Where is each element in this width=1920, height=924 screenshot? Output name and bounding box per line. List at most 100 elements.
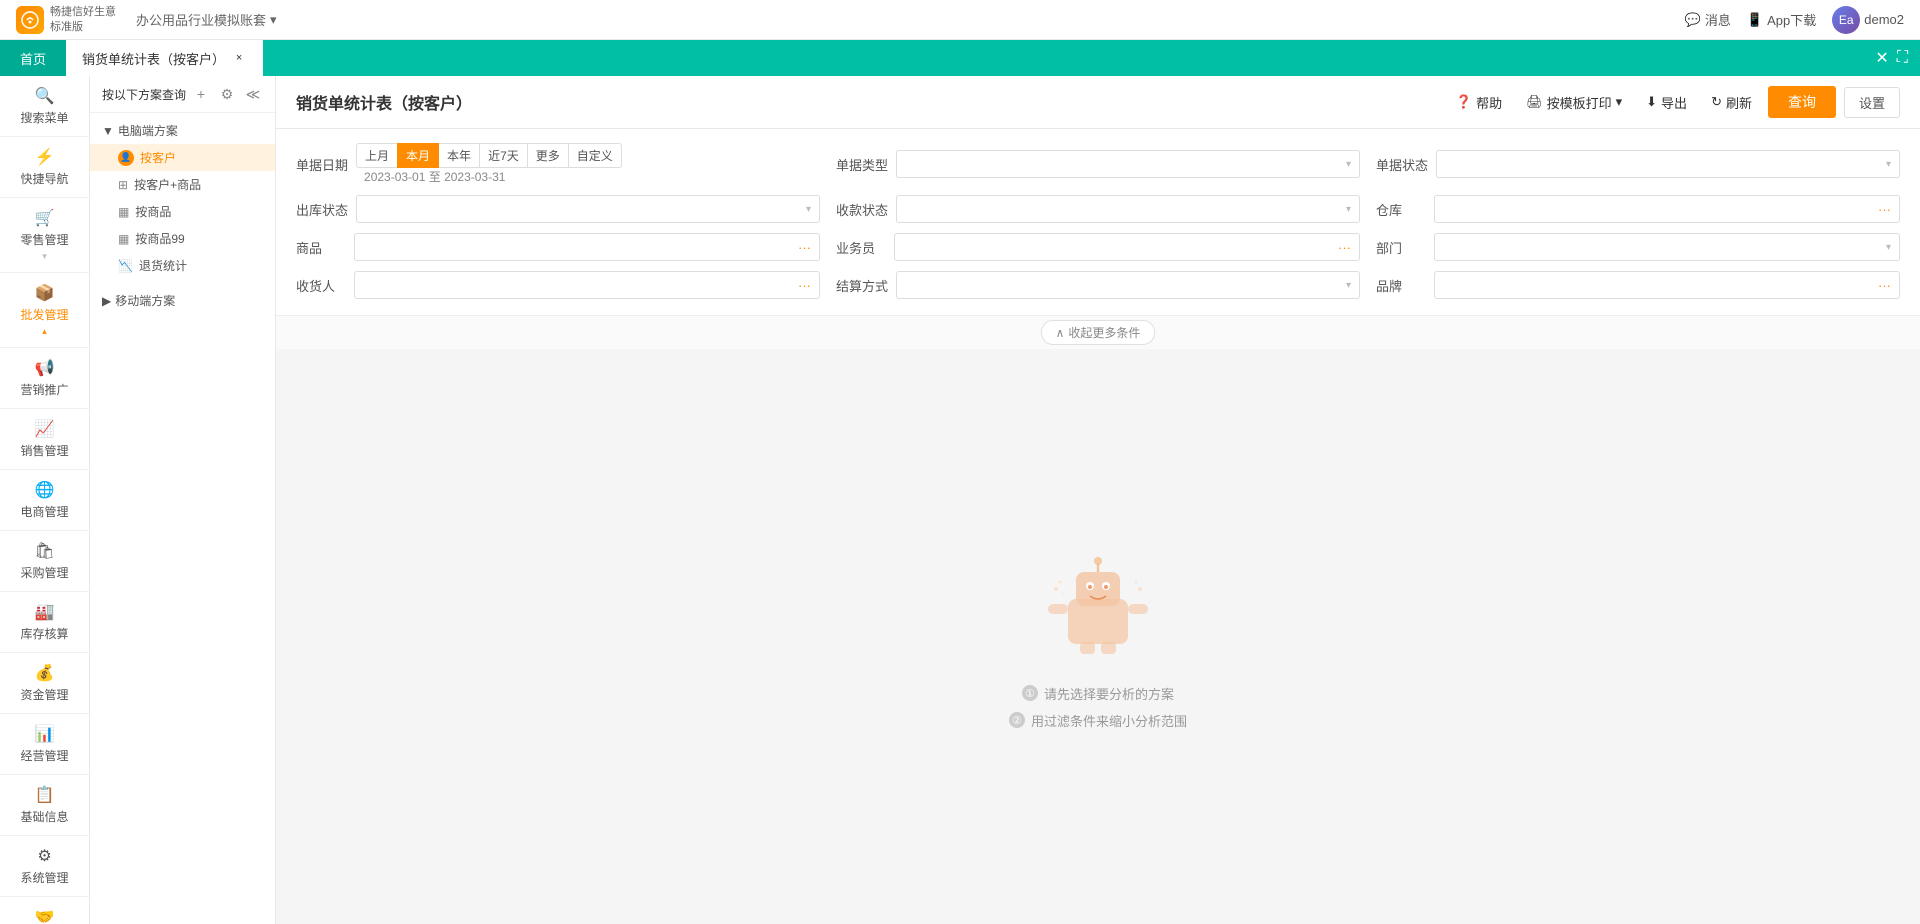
collapse-row: ∧ 收起更多条件 [276,316,1920,349]
tree-section-mobile-header[interactable]: ▶ 移动端方案 [90,287,275,314]
out-status-label: 出库状态 [296,200,348,219]
user-menu[interactable]: Ea demo2 [1832,6,1904,34]
filter-cell-date: 单据日期 上月 本月 本年 近7天 更多 自定义 2023-03-01 至 20… [296,143,820,185]
sidebar-item-marketing[interactable]: 📢 营销推广 [0,348,89,409]
period-7-days[interactable]: 近7天 [479,143,528,168]
chevron-down-icon: ▾ [1346,204,1351,215]
filter-cell-salesperson: 业务员 ··· [836,233,1360,261]
tree-section-desktop-header[interactable]: ▼ 电脑端方案 [90,117,275,144]
period-custom[interactable]: 自定义 [568,143,622,168]
brand-input[interactable]: ··· [1434,271,1900,299]
order-type-input[interactable]: ▾ [896,150,1360,178]
window-close-button[interactable]: ✕ [1875,48,1888,68]
chevron-down-icon: ▼ [102,124,114,138]
refresh-button[interactable]: ↻ 刷新 [1703,89,1760,116]
window-maximize-button[interactable]: ⛶ [1897,49,1908,67]
filter-cell-receipt-status: 收款状态 ▾ [836,195,1360,223]
message-button[interactable]: 💬 消息 [1685,10,1731,29]
filter-cell-payment: 结算方式 ▾ [836,271,1360,299]
retail-icon: 🛒 [35,208,55,228]
basic-icon: 📋 [35,785,55,805]
sidebar-item-basic[interactable]: 📋 基础信息 [0,775,89,836]
finance-icon: 💰 [35,663,55,683]
tree-node-by-customer-goods[interactable]: ⊞ 按客户+商品 [90,171,275,198]
sidebar-item-inventory[interactable]: 🏭 库存核算 [0,592,89,653]
out-status-input[interactable]: ▾ [356,195,820,223]
brand-label: 品牌 [1376,276,1426,295]
logo-text: 畅捷信好生意 标准版 [50,5,116,34]
tab-controls: ✕ ⛶ [1863,40,1920,76]
sidebar: 🔍 搜索菜单 ⚡ 快捷导航 🛒 零售管理 ▾ 📦 批发管理 ▴ 📢 营销推广 📈… [0,76,90,924]
grid-icon: ⊞ [118,178,128,192]
date-area: 上月 本月 本年 近7天 更多 自定义 [356,143,820,168]
sidebar-item-ecommerce[interactable]: 🌐 电商管理 [0,470,89,531]
collapse-button[interactable]: ∧ 收起更多条件 [1041,320,1156,345]
order-status-input[interactable]: ▾ [1436,150,1900,178]
tree-node-by-goods-99[interactable]: ▦ 按商品99 [90,225,275,252]
sidebar-item-search[interactable]: 🔍 搜索菜单 [0,76,89,137]
export-button[interactable]: ⬇ 导出 [1638,89,1695,116]
breadcrumb[interactable]: 办公用品行业模拟账套 ▾ [136,10,277,29]
print-button[interactable]: 🖨 按模板打印 ▾ [1518,89,1630,116]
receipt-status-input[interactable]: ▾ [896,195,1360,223]
sidebar-item-purchase[interactable]: 🛍 采购管理 [0,531,89,592]
recipient-input[interactable]: ··· [354,271,820,299]
payment-input[interactable]: ▾ [896,271,1360,299]
sidebar-item-quick-nav[interactable]: ⚡ 快捷导航 [0,137,89,198]
help-button[interactable]: ❓ 帮助 [1448,89,1510,116]
sidebar-item-enterprise[interactable]: 🤝 企业协同 [0,897,89,924]
period-more[interactable]: 更多 [527,143,569,168]
tab-close-icon[interactable]: × [231,50,247,66]
tree-node-return-stats[interactable]: 📉 退货统计 [90,252,275,279]
tree-node-by-customer[interactable]: 👤 按客户 [90,144,275,171]
sidebar-item-system[interactable]: ⚙ 系统管理 [0,836,89,897]
chevron-down-icon: ▾ [1346,280,1351,291]
filter-cell-recipient: 收货人 ··· [296,271,820,299]
query-button[interactable]: 查询 [1768,86,1836,118]
recipient-label: 收货人 [296,276,346,295]
filter-row-2: 出库状态 ▾ 收款状态 ▾ 仓库 [296,195,1900,223]
period-this-year[interactable]: 本年 [438,143,480,168]
chart-icon: 📉 [118,259,133,273]
period-this-month[interactable]: 本月 [397,143,439,168]
warehouse-input[interactable]: ··· [1434,195,1900,223]
main-layout: 🔍 搜索菜单 ⚡ 快捷导航 🛒 零售管理 ▾ 📦 批发管理 ▴ 📢 营销推广 📈… [0,76,1920,924]
logo-area: 畅捷信好生意 标准版 [16,5,116,34]
tree-node-by-goods[interactable]: ▦ 按商品 [90,198,275,225]
collapse-icon: ∧ [1056,326,1065,340]
sidebar-item-operation[interactable]: 📊 经营管理 [0,714,89,775]
sidebar-item-wholesale[interactable]: 📦 批发管理 ▴ [0,273,89,348]
refresh-icon: ↻ [1711,94,1722,110]
ecommerce-icon: 🌐 [35,480,55,500]
more-icon: ··· [1878,278,1891,293]
left-panel-header: 按以下方案查询 + ⚙ ≪ [90,76,275,113]
header-left: 畅捷信好生意 标准版 办公用品行业模拟账套 ▾ [16,5,277,34]
collapse-panel-button[interactable]: ≪ [243,84,263,104]
more-icon: ··· [1338,240,1351,255]
salesperson-input[interactable]: ··· [894,233,1360,261]
app-download-button[interactable]: 📱 App下载 [1747,10,1816,29]
filter-row-4: 收货人 ··· 结算方式 ▾ 品牌 [296,271,1900,299]
left-panel-actions: + ⚙ ≪ [191,84,263,104]
period-last-month[interactable]: 上月 [356,143,398,168]
add-scheme-button[interactable]: + [191,84,211,104]
sidebar-item-retail[interactable]: 🛒 零售管理 ▾ [0,198,89,273]
date-period-group: 上月 本月 本年 近7天 更多 自定义 2023-03-01 至 2023-03… [356,143,820,185]
help-icon: ❓ [1456,94,1472,110]
tab-active[interactable]: 销货单统计表（按客户） × [66,40,263,76]
settings-scheme-button[interactable]: ⚙ [217,84,237,104]
tab-home[interactable]: 首页 [0,40,66,76]
date-label: 单据日期 [296,155,348,174]
purchase-icon: 🛍 [34,541,54,561]
sidebar-item-sales[interactable]: 📈 销售管理 [0,409,89,470]
settings-button[interactable]: 设置 [1844,87,1900,118]
tree-section-mobile: ▶ 移动端方案 [90,283,275,318]
department-input[interactable]: ▾ [1434,233,1900,261]
chevron-down-icon: ▾ [1886,159,1891,170]
goods-input[interactable]: ··· [354,233,820,261]
order-status-label: 单据状态 [1376,155,1428,174]
filter-cell-order-status: 单据状态 ▾ [1376,143,1900,185]
sidebar-item-finance[interactable]: 💰 资金管理 [0,653,89,714]
search-icon: 🔍 [35,86,55,106]
filter-cell-out-status: 出库状态 ▾ [296,195,820,223]
